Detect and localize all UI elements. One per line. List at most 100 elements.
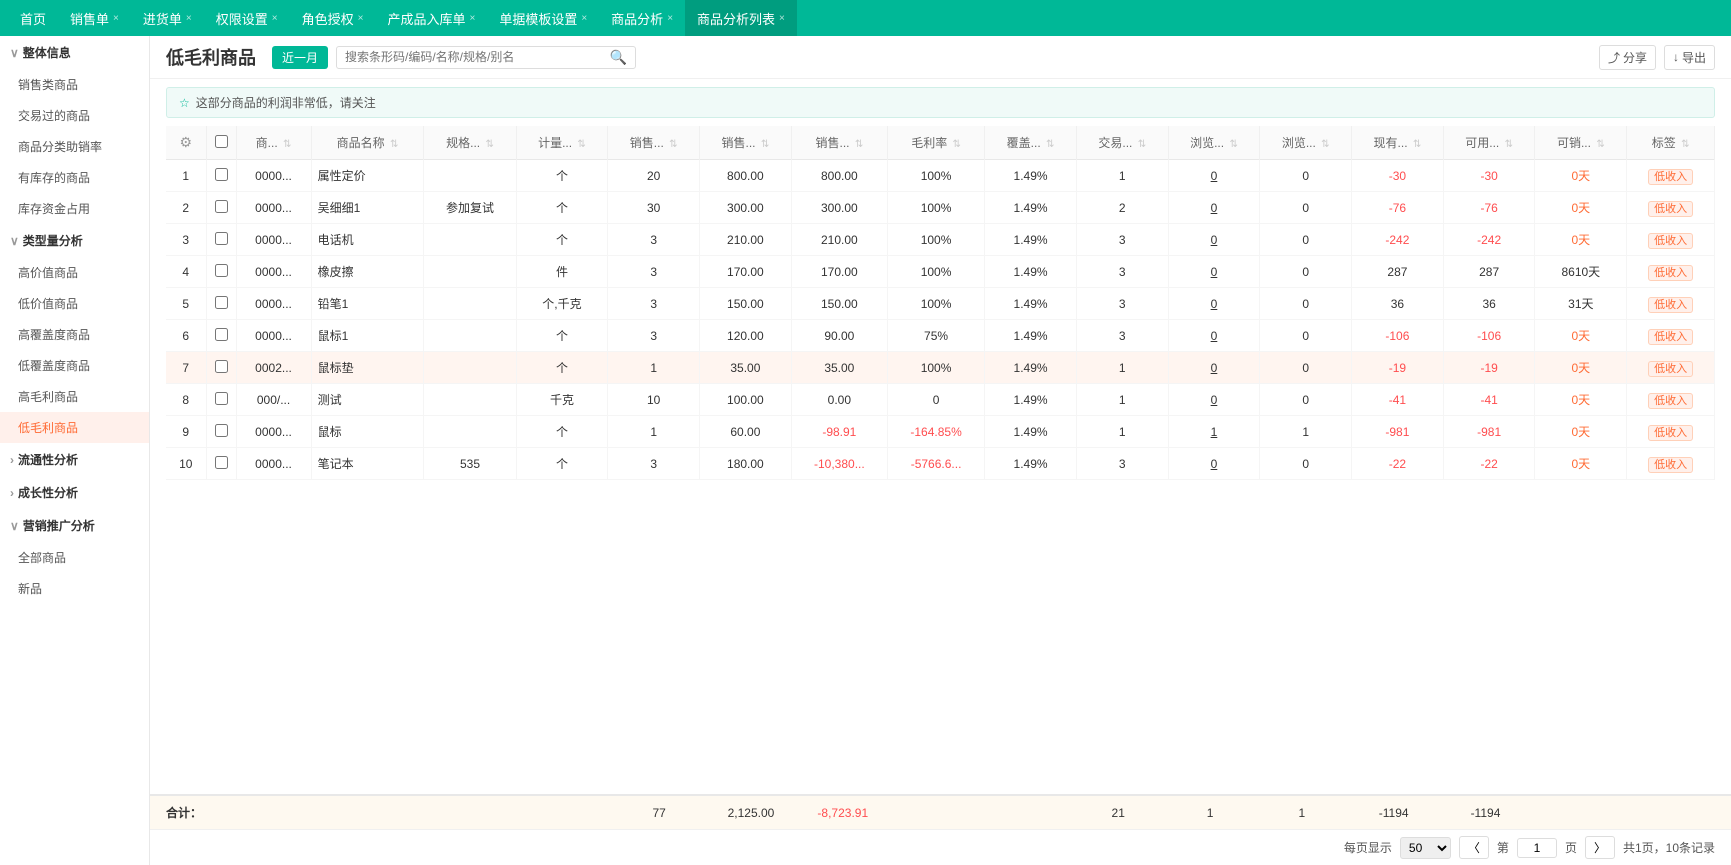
nav-product-analysis-list[interactable]: 商品分析列表 ×	[685, 0, 797, 36]
nav-home[interactable]: 首页	[8, 0, 58, 36]
table-wrapper[interactable]: ⚙ 商... ⇅ 商品名称 ⇅ 规格... ⇅ 计量... ⇅ 销售... ⇅ …	[150, 126, 1731, 794]
sidebar-item-high-margin[interactable]: 高毛利商品	[0, 381, 149, 412]
view1-link[interactable]: 0	[1211, 457, 1218, 471]
cell-checkbox[interactable]	[206, 352, 236, 384]
sidebar-item-stocked-products[interactable]: 有库存的商品	[0, 162, 149, 193]
sidebar-section-overall[interactable]: ∨ 整体信息	[0, 36, 149, 69]
close-icon[interactable]: ×	[469, 13, 475, 24]
row-checkbox[interactable]	[215, 264, 228, 277]
nav-sales-order[interactable]: 销售单 ×	[58, 0, 131, 36]
col-spec[interactable]: 规格... ⇅	[424, 126, 516, 160]
col-code[interactable]: 商... ⇅	[236, 126, 311, 160]
sidebar-section-growth[interactable]: › 成长性分析	[0, 476, 149, 509]
cell-view1[interactable]: 0	[1168, 224, 1260, 256]
sidebar-section-marketing[interactable]: ∨ 营销推广分析	[0, 509, 149, 542]
close-icon[interactable]: ×	[272, 13, 278, 24]
per-page-select[interactable]: 50 20 100	[1400, 837, 1451, 859]
nav-template-settings[interactable]: 单据模板设置 ×	[487, 0, 599, 36]
view1-link[interactable]: 0	[1211, 329, 1218, 343]
close-icon[interactable]: ×	[113, 13, 119, 24]
col-name[interactable]: 商品名称 ⇅	[311, 126, 424, 160]
col-coverage[interactable]: 覆盖... ⇅	[985, 126, 1077, 160]
export-button[interactable]: ↓ 导出	[1664, 45, 1715, 70]
col-sales-qty[interactable]: 销售... ⇅	[608, 126, 700, 160]
row-checkbox[interactable]	[215, 424, 228, 437]
view1-link[interactable]: 0	[1211, 393, 1218, 407]
sidebar-item-stock-capital[interactable]: 库存资金占用	[0, 193, 149, 224]
cell-view1[interactable]: 0	[1168, 320, 1260, 352]
cell-view1[interactable]: 0	[1168, 160, 1260, 192]
cell-view1[interactable]: 0	[1168, 192, 1260, 224]
col-checkbox[interactable]	[206, 126, 236, 160]
row-checkbox[interactable]	[215, 168, 228, 181]
col-margin-rate[interactable]: 毛利率 ⇅	[887, 126, 984, 160]
col-unit[interactable]: 计量... ⇅	[516, 126, 608, 160]
sidebar-item-high-value[interactable]: 高价值商品	[0, 257, 149, 288]
close-icon[interactable]: ×	[667, 13, 673, 24]
cell-checkbox[interactable]	[206, 416, 236, 448]
search-icon[interactable]: 🔍	[610, 49, 627, 66]
cell-checkbox[interactable]	[206, 320, 236, 352]
nav-product-analysis[interactable]: 商品分析 ×	[599, 0, 685, 36]
prev-page-button[interactable]: 〈	[1459, 836, 1489, 859]
cell-view1[interactable]: 0	[1168, 288, 1260, 320]
view1-link[interactable]: 0	[1211, 361, 1218, 375]
cell-checkbox[interactable]	[206, 448, 236, 480]
cell-checkbox[interactable]	[206, 224, 236, 256]
cell-view1[interactable]: 0	[1168, 256, 1260, 288]
cell-checkbox[interactable]	[206, 288, 236, 320]
view1-link[interactable]: 0	[1211, 233, 1218, 247]
close-icon[interactable]: ×	[779, 13, 785, 24]
time-filter-button[interactable]: 近一月	[272, 46, 328, 69]
col-sellable[interactable]: 可销... ⇅	[1535, 126, 1627, 160]
col-trade-count[interactable]: 交易... ⇅	[1076, 126, 1168, 160]
view1-link[interactable]: 0	[1211, 169, 1218, 183]
cell-view1[interactable]: 0	[1168, 384, 1260, 416]
view1-link[interactable]: 0	[1211, 201, 1218, 215]
col-current-stock[interactable]: 现有... ⇅	[1352, 126, 1444, 160]
col-available[interactable]: 可用... ⇅	[1443, 126, 1535, 160]
settings-icon[interactable]: ⚙	[179, 134, 192, 150]
row-checkbox[interactable]	[215, 392, 228, 405]
col-sales-amount[interactable]: 销售... ⇅	[700, 126, 792, 160]
cell-view1[interactable]: 1	[1168, 416, 1260, 448]
sidebar-item-low-value[interactable]: 低价值商品	[0, 288, 149, 319]
nav-role-auth[interactable]: 角色授权 ×	[290, 0, 376, 36]
col-sales-profit[interactable]: 销售... ⇅	[791, 126, 887, 160]
view1-link[interactable]: 1	[1211, 425, 1218, 439]
sidebar-item-low-margin[interactable]: 低毛利商品	[0, 412, 149, 443]
cell-checkbox[interactable]	[206, 192, 236, 224]
row-checkbox[interactable]	[215, 328, 228, 341]
close-icon[interactable]: ×	[581, 13, 587, 24]
sidebar-item-category-sales-rate[interactable]: 商品分类助销率	[0, 131, 149, 162]
sidebar-item-sales-products[interactable]: 销售类商品	[0, 69, 149, 100]
row-checkbox[interactable]	[215, 456, 228, 469]
col-settings[interactable]: ⚙	[166, 126, 206, 160]
cell-view1[interactable]: 0	[1168, 448, 1260, 480]
sidebar-item-low-coverage[interactable]: 低覆盖度商品	[0, 350, 149, 381]
sidebar-item-all-products[interactable]: 全部商品	[0, 542, 149, 573]
row-checkbox[interactable]	[215, 200, 228, 213]
sidebar-item-new-products[interactable]: 新品	[0, 573, 149, 604]
row-checkbox[interactable]	[215, 360, 228, 373]
sidebar-item-high-coverage[interactable]: 高覆盖度商品	[0, 319, 149, 350]
sidebar-section-type-analysis[interactable]: ∨ 类型量分析	[0, 224, 149, 257]
page-number-input[interactable]	[1517, 838, 1557, 858]
nav-product-entry[interactable]: 产成品入库单 ×	[375, 0, 487, 36]
next-page-button[interactable]: 〉	[1585, 836, 1615, 859]
col-view2[interactable]: 浏览... ⇅	[1260, 126, 1352, 160]
select-all-checkbox[interactable]	[215, 135, 228, 148]
cell-checkbox[interactable]	[206, 256, 236, 288]
sidebar-section-circulation[interactable]: › 流通性分析	[0, 443, 149, 476]
col-tag[interactable]: 标签 ⇅	[1627, 126, 1715, 160]
cell-checkbox[interactable]	[206, 384, 236, 416]
search-input[interactable]	[345, 50, 610, 64]
sidebar-item-traded-products[interactable]: 交易过的商品	[0, 100, 149, 131]
view1-link[interactable]: 0	[1211, 297, 1218, 311]
row-checkbox[interactable]	[215, 232, 228, 245]
row-checkbox[interactable]	[215, 296, 228, 309]
nav-purchase-order[interactable]: 进货单 ×	[131, 0, 204, 36]
nav-permission-settings[interactable]: 权限设置 ×	[204, 0, 290, 36]
cell-view1[interactable]: 0	[1168, 352, 1260, 384]
cell-checkbox[interactable]	[206, 160, 236, 192]
